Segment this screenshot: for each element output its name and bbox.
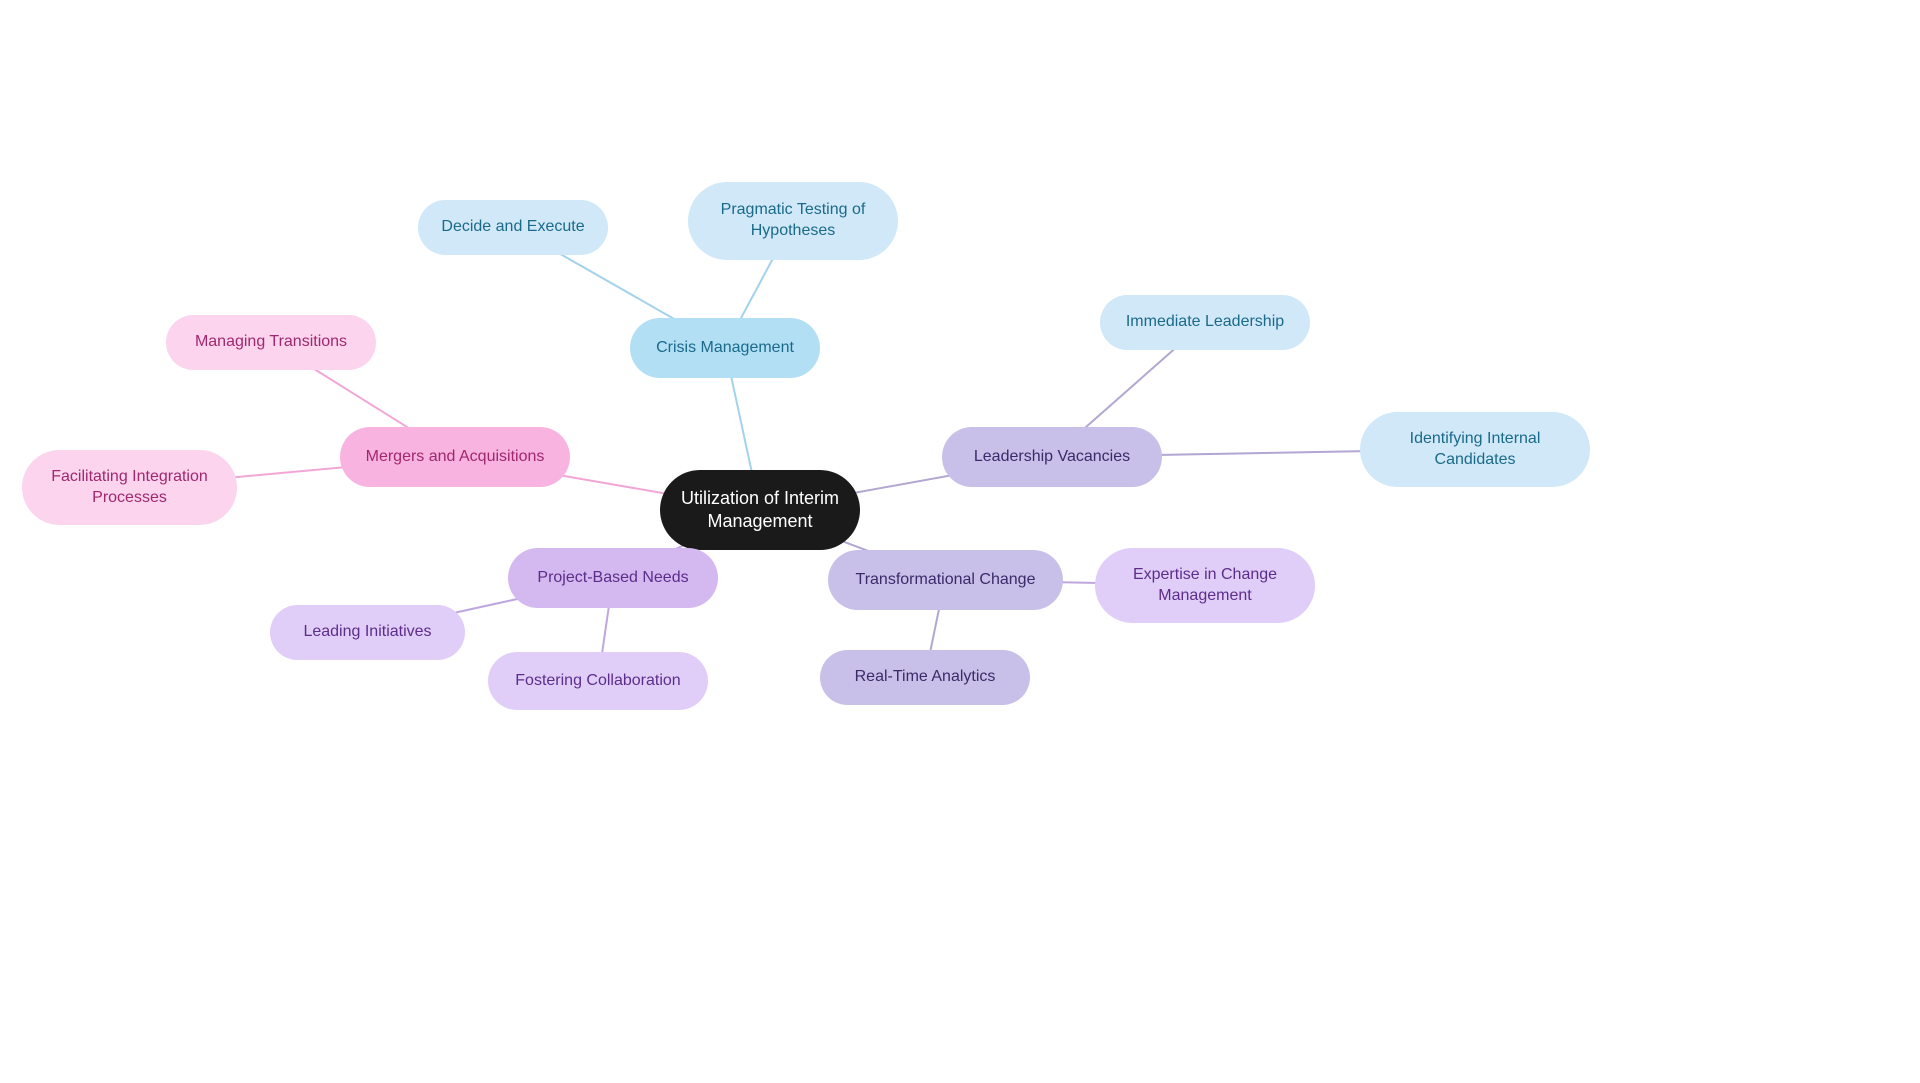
facilitating-integration-node: Facilitating Integration Processes xyxy=(22,450,237,525)
leading-initiatives-node: Leading Initiatives xyxy=(270,605,465,660)
decide-execute-node: Decide and Execute xyxy=(418,200,608,255)
crisis-management-node: Crisis Management xyxy=(630,318,820,378)
real-time-analytics-node: Real-Time Analytics xyxy=(820,650,1030,705)
transformational-change-node: Transformational Change xyxy=(828,550,1063,610)
project-based-needs-node: Project-Based Needs xyxy=(508,548,718,608)
immediate-leadership-node: Immediate Leadership xyxy=(1100,295,1310,350)
fostering-collaboration-node: Fostering Collaboration xyxy=(488,652,708,710)
center-node: Utilization of Interim Management xyxy=(660,470,860,550)
mergers-acquisitions-node: Mergers and Acquisitions xyxy=(340,427,570,487)
expertise-change-node: Expertise in Change Management xyxy=(1095,548,1315,623)
managing-transitions-node: Managing Transitions xyxy=(166,315,376,370)
pragmatic-testing-node: Pragmatic Testing of Hypotheses xyxy=(688,182,898,260)
identifying-internal-node: Identifying Internal Candidates xyxy=(1360,412,1590,487)
leadership-vacancies-node: Leadership Vacancies xyxy=(942,427,1162,487)
